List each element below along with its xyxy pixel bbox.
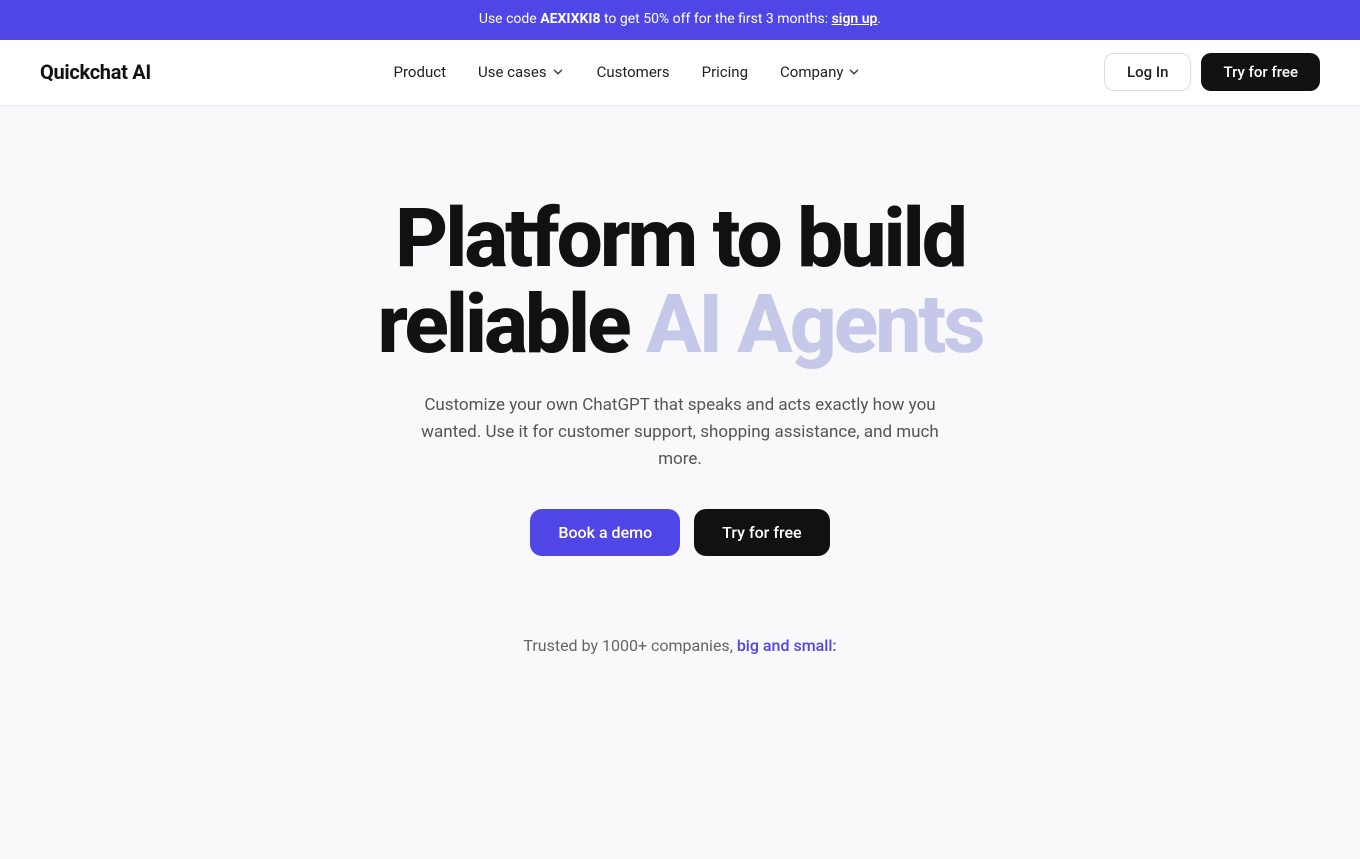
nav-item-company: Company (766, 55, 875, 89)
trusted-section: Trusted by 1000+ companies, big and smal… (0, 616, 1360, 695)
hero-try-free-button[interactable]: Try for free (694, 509, 829, 556)
hero-line2-highlight: AI Agents (646, 277, 982, 373)
logo[interactable]: Quickchat AI (40, 60, 151, 84)
chevron-down-icon (847, 65, 861, 79)
nav-link-customers[interactable]: Customers (583, 55, 684, 89)
nav-link-company[interactable]: Company (766, 55, 875, 89)
nav-item-pricing: Pricing (688, 55, 762, 89)
promo-code: AEXIXKI8 (540, 11, 600, 27)
book-demo-button[interactable]: Book a demo (530, 509, 680, 556)
nav-item-use-cases: Use cases (464, 55, 579, 89)
login-button[interactable]: Log In (1104, 53, 1191, 91)
announcement-text: Use code AEXIXKI8 to get 50% off for the… (479, 11, 881, 27)
hero-section: Platform to build reliable AI Agents Cus… (0, 106, 1360, 617)
announcement-bar: Use code AEXIXKI8 to get 50% off for the… (0, 0, 1360, 40)
signup-link[interactable]: sign up (832, 11, 878, 27)
nav-item-product: Product (380, 55, 460, 89)
nav-actions: Log In Try for free (1104, 53, 1320, 91)
hero-subtitle: Customize your own ChatGPT that speaks a… (400, 392, 960, 474)
hero-headline: Platform to build reliable AI Agents (378, 196, 983, 368)
nav-link-pricing[interactable]: Pricing (688, 55, 762, 89)
trusted-text: Trusted by 1000+ companies, (523, 636, 732, 655)
navbar: Quickchat AI Product Use cases Customers… (0, 40, 1360, 106)
try-for-free-button[interactable]: Try for free (1201, 53, 1320, 91)
nav-item-customers: Customers (583, 55, 684, 89)
hero-cta-buttons: Book a demo Try for free (530, 509, 829, 556)
nav-link-product[interactable]: Product (380, 55, 460, 89)
trusted-link[interactable]: big and small: (737, 636, 837, 655)
hero-line2-static: reliable (378, 277, 629, 373)
nav-links: Product Use cases Customers Pricing Comp… (380, 55, 876, 89)
chevron-down-icon (551, 65, 565, 79)
hero-line1: Platform to build (395, 191, 965, 287)
nav-link-use-cases[interactable]: Use cases (464, 55, 579, 89)
